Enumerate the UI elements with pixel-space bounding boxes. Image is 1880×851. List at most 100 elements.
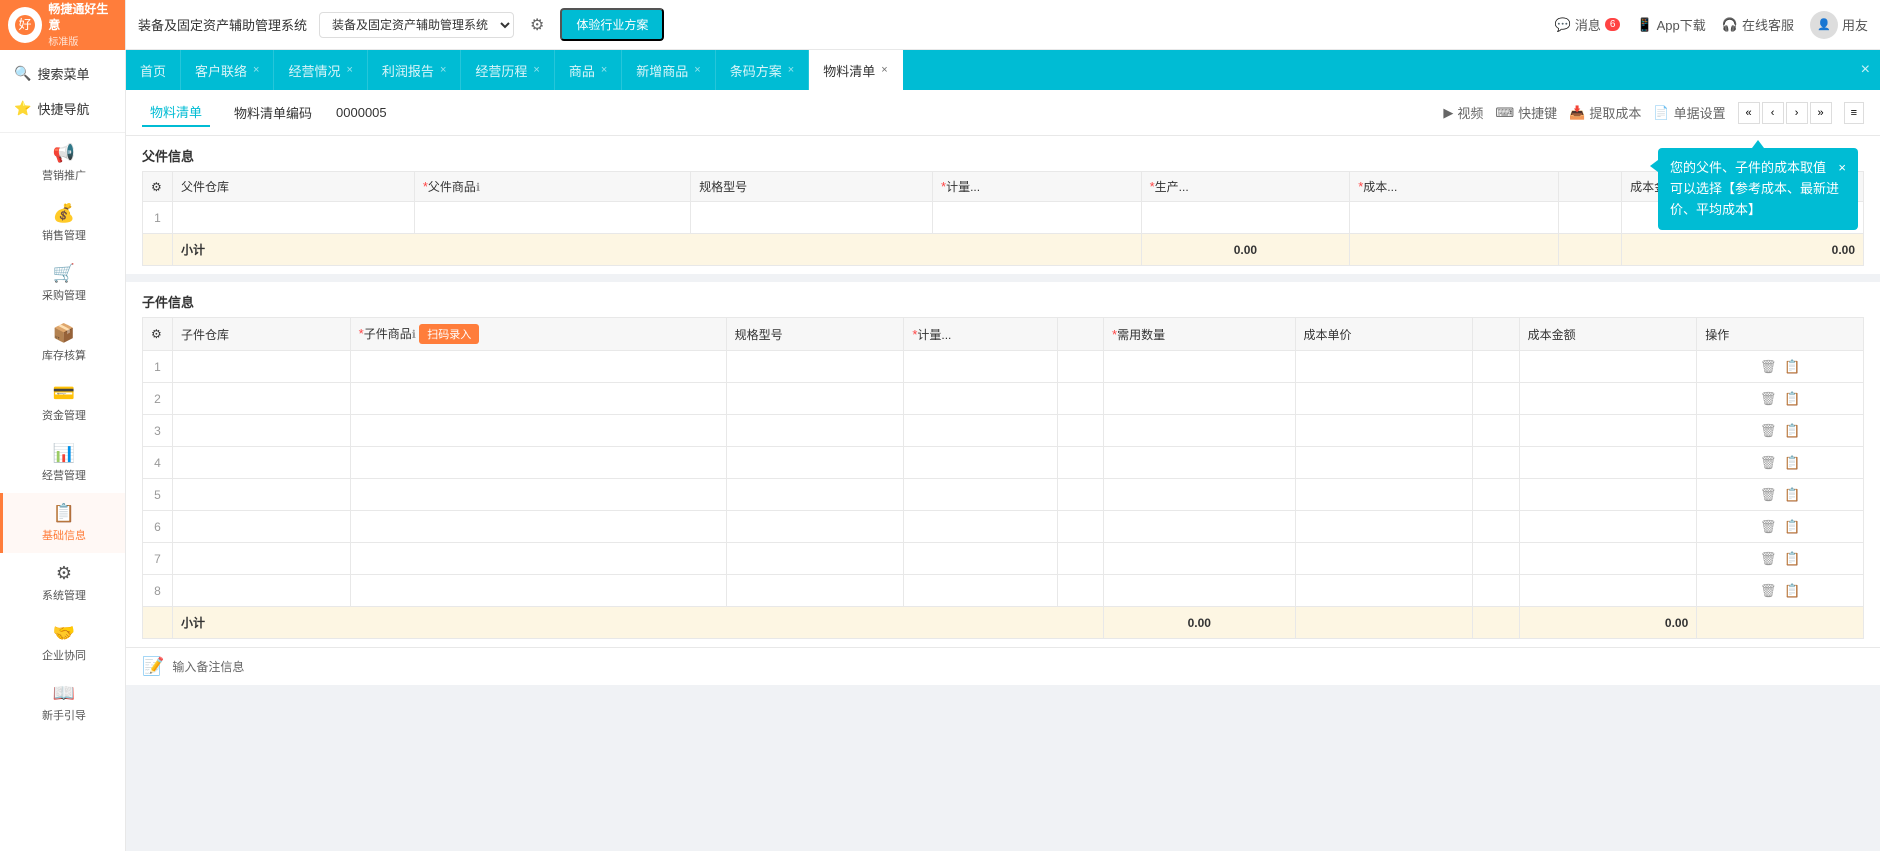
child-spec-2[interactable] bbox=[726, 383, 904, 415]
settings-button[interactable]: 📄 单据设置 bbox=[1653, 103, 1725, 122]
parent-cost-1[interactable] bbox=[1350, 202, 1559, 234]
copy-btn-3[interactable]: 📋 bbox=[1782, 421, 1802, 441]
child-unit-8[interactable] bbox=[904, 575, 1057, 607]
tab-barcode[interactable]: 条码方案 × bbox=[716, 50, 809, 90]
delete-btn-8[interactable]: 🗑 bbox=[1758, 581, 1778, 601]
tab-bom-close[interactable]: × bbox=[881, 64, 887, 76]
parent-col-settings[interactable]: ⚙ bbox=[143, 172, 173, 202]
child-unit-5[interactable] bbox=[904, 479, 1057, 511]
child-warehouse-4[interactable] bbox=[173, 447, 351, 479]
search-menu-item[interactable]: 🔍 搜索菜单 bbox=[8, 56, 117, 91]
child-unitcost-8[interactable] bbox=[1295, 575, 1473, 607]
quick-nav-item[interactable]: ⭐ 快捷导航 bbox=[8, 91, 117, 126]
child-quantity-5[interactable] bbox=[1104, 479, 1295, 511]
child-spec-3[interactable] bbox=[726, 415, 904, 447]
tab-operations[interactable]: 经营情况 × bbox=[274, 50, 367, 90]
delete-btn-1[interactable]: 🗑 bbox=[1758, 357, 1778, 377]
sub-tab-code[interactable]: 物料清单编码 bbox=[226, 99, 320, 126]
child-quantity-4[interactable] bbox=[1104, 447, 1295, 479]
parent-unit-1[interactable] bbox=[933, 202, 1142, 234]
child-spec-4[interactable] bbox=[726, 447, 904, 479]
child-unit-7[interactable] bbox=[904, 543, 1057, 575]
delete-btn-7[interactable]: 🗑 bbox=[1758, 549, 1778, 569]
sidebar-item-operations[interactable]: 📊 经营管理 bbox=[0, 433, 125, 493]
tab-customer[interactable]: 客户联络 × bbox=[181, 50, 274, 90]
close-all-tabs[interactable]: × bbox=[1851, 61, 1880, 79]
tab-goods-close[interactable]: × bbox=[601, 64, 607, 76]
copy-btn-1[interactable]: 📋 bbox=[1782, 357, 1802, 377]
child-unit-4[interactable] bbox=[904, 447, 1057, 479]
copy-btn-6[interactable]: 📋 bbox=[1782, 517, 1802, 537]
app-download-button[interactable]: 📱 App下载 bbox=[1636, 15, 1705, 34]
child-quantity-7[interactable] bbox=[1104, 543, 1295, 575]
child-col-settings[interactable]: ⚙ bbox=[143, 318, 173, 351]
child-warehouse-8[interactable] bbox=[173, 575, 351, 607]
cost-button[interactable]: 📥 提取成本 bbox=[1569, 103, 1641, 122]
child-quantity-8[interactable] bbox=[1104, 575, 1295, 607]
user-button[interactable]: 👤 用友 bbox=[1810, 11, 1868, 39]
delete-btn-6[interactable]: 🗑 bbox=[1758, 517, 1778, 537]
sidebar-item-purchase[interactable]: 🛒 采购管理 bbox=[0, 253, 125, 313]
child-spec-8[interactable] bbox=[726, 575, 904, 607]
child-unit-1[interactable] bbox=[904, 351, 1057, 383]
child-product-7[interactable] bbox=[350, 543, 726, 575]
parent-warehouse-1[interactable] bbox=[173, 202, 415, 234]
prev-page-btn[interactable]: ‹ bbox=[1762, 102, 1784, 124]
child-warehouse-7[interactable] bbox=[173, 543, 351, 575]
child-warehouse-5[interactable] bbox=[173, 479, 351, 511]
child-unitcost-5[interactable] bbox=[1295, 479, 1473, 511]
delete-btn-3[interactable]: 🗑 bbox=[1758, 421, 1778, 441]
child-unitcost-6[interactable] bbox=[1295, 511, 1473, 543]
child-spec-5[interactable] bbox=[726, 479, 904, 511]
child-unit-2[interactable] bbox=[904, 383, 1057, 415]
child-unit-3[interactable] bbox=[904, 415, 1057, 447]
copy-btn-8[interactable]: 📋 bbox=[1782, 581, 1802, 601]
copy-btn-7[interactable]: 📋 bbox=[1782, 549, 1802, 569]
child-unitcost-2[interactable] bbox=[1295, 383, 1473, 415]
tab-operations-close[interactable]: × bbox=[346, 64, 352, 76]
child-unitcost-1[interactable] bbox=[1295, 351, 1473, 383]
copy-btn-2[interactable]: 📋 bbox=[1782, 389, 1802, 409]
copy-btn-4[interactable]: 📋 bbox=[1782, 453, 1802, 473]
parent-spec-1[interactable] bbox=[691, 202, 933, 234]
sidebar-item-sales[interactable]: 💰 销售管理 bbox=[0, 193, 125, 253]
child-product-2[interactable] bbox=[350, 383, 726, 415]
tab-history-close[interactable]: × bbox=[533, 64, 539, 76]
settings-icon[interactable]: ⚙ bbox=[526, 11, 548, 39]
child-quantity-3[interactable] bbox=[1104, 415, 1295, 447]
sidebar-item-finance[interactable]: 💳 资金管理 bbox=[0, 373, 125, 433]
sub-tab-bom[interactable]: 物料清单 bbox=[142, 98, 210, 127]
child-warehouse-3[interactable] bbox=[173, 415, 351, 447]
delete-btn-2[interactable]: 🗑 bbox=[1758, 389, 1778, 409]
copy-btn-5[interactable]: 📋 bbox=[1782, 485, 1802, 505]
child-product-1[interactable] bbox=[350, 351, 726, 383]
next-page-btn[interactable]: › bbox=[1786, 102, 1808, 124]
sidebar-item-system[interactable]: ⚙ 系统管理 bbox=[0, 553, 125, 613]
tab-barcode-close[interactable]: × bbox=[788, 64, 794, 76]
tab-new-goods[interactable]: 新增商品 × bbox=[622, 50, 715, 90]
child-product-5[interactable] bbox=[350, 479, 726, 511]
sidebar-item-inventory[interactable]: 📦 库存核算 bbox=[0, 313, 125, 373]
child-unitcost-7[interactable] bbox=[1295, 543, 1473, 575]
child-product-3[interactable] bbox=[350, 415, 726, 447]
tab-customer-close[interactable]: × bbox=[253, 64, 259, 76]
child-warehouse-6[interactable] bbox=[173, 511, 351, 543]
sidebar-item-marketing[interactable]: 📢 营销推广 bbox=[0, 133, 125, 193]
parent-product-1[interactable] bbox=[414, 202, 690, 234]
tab-profit-close[interactable]: × bbox=[440, 64, 446, 76]
child-product-8[interactable] bbox=[350, 575, 726, 607]
tab-home[interactable]: 首页 bbox=[126, 50, 181, 90]
shortcut-button[interactable]: ⌨ 快捷键 bbox=[1495, 103, 1557, 122]
parent-production-1[interactable] bbox=[1141, 202, 1350, 234]
system-selector[interactable]: 装备及固定资产辅助管理系统 bbox=[319, 12, 514, 38]
child-quantity-1[interactable] bbox=[1104, 351, 1295, 383]
child-warehouse-2[interactable] bbox=[173, 383, 351, 415]
last-page-btn[interactable]: » bbox=[1810, 102, 1832, 124]
tab-profit[interactable]: 利润报告 × bbox=[368, 50, 461, 90]
child-product-4[interactable] bbox=[350, 447, 726, 479]
child-spec-6[interactable] bbox=[726, 511, 904, 543]
message-button[interactable]: 💬 消息 6 bbox=[1555, 15, 1621, 34]
delete-btn-5[interactable]: 🗑 bbox=[1758, 485, 1778, 505]
tab-goods[interactable]: 商品 × bbox=[555, 50, 622, 90]
first-page-btn[interactable]: « bbox=[1738, 102, 1760, 124]
